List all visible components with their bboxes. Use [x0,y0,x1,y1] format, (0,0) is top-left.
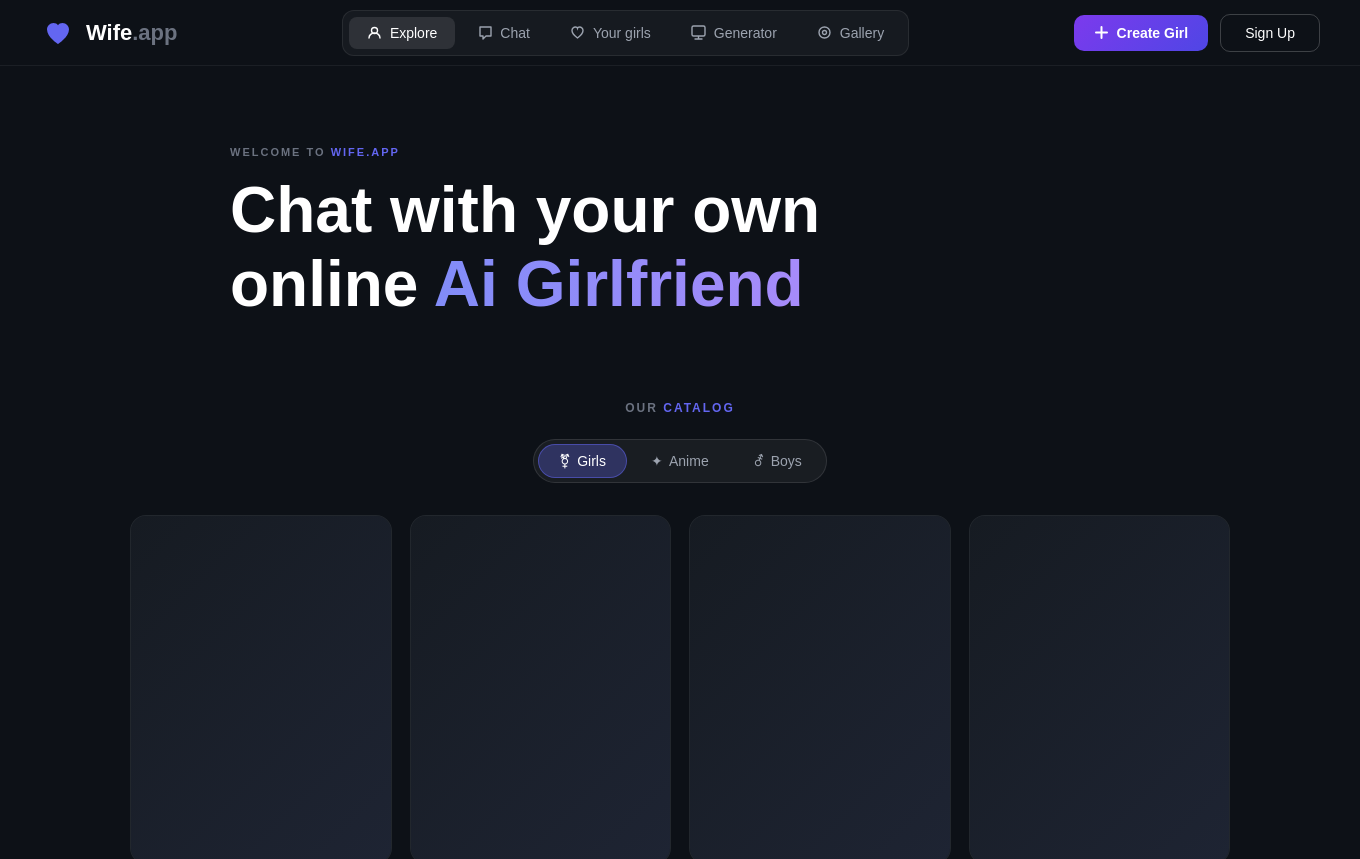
svg-point-2 [819,27,830,38]
boys-icon: ⚦ [753,453,765,469]
filter-tab-girls[interactable]: ⚧ Girls [538,444,627,478]
welcome-label: WELCOME TO WIFE.APP [230,146,1130,158]
catalog-section: OUR CATALOG ⚧ Girls ✦ Anime ⚦ Boys [0,401,1360,859]
generator-icon [691,25,707,41]
nav-right: Create Girl Sign Up [1074,14,1320,52]
anime-icon: ✦ [651,453,663,469]
filter-tab-anime[interactable]: ✦ Anime [631,445,729,477]
navbar: Wife.app Explore Chat [0,0,1360,66]
nav-item-generator[interactable]: Generator [673,17,795,49]
filter-tab-group: ⚧ Girls ✦ Anime ⚦ Boys [533,439,827,483]
character-card[interactable] [130,515,392,859]
logo-text: Wife.app [86,20,177,46]
character-card[interactable] [410,515,672,859]
filter-tab-boys[interactable]: ⚦ Boys [733,445,822,477]
character-cards-grid [130,515,1230,859]
nav-item-your-girls[interactable]: Your girls [552,17,669,49]
character-card[interactable] [969,515,1231,859]
create-girl-button[interactable]: Create Girl [1074,15,1209,51]
svg-point-3 [823,31,827,35]
hero-title: Chat with your own online Ai Girlfriend [230,174,1130,321]
character-card[interactable] [689,515,951,859]
svg-rect-1 [692,26,705,36]
gallery-icon [817,25,833,41]
heart-icon [570,25,586,41]
nav-item-gallery[interactable]: Gallery [799,17,902,49]
nav-item-explore[interactable]: Explore [349,17,455,49]
explore-icon [367,25,383,41]
sign-up-button[interactable]: Sign Up [1220,14,1320,52]
logo[interactable]: Wife.app [40,15,177,51]
filter-tabs: ⚧ Girls ✦ Anime ⚦ Boys [130,439,1230,483]
nav-item-chat[interactable]: Chat [459,17,548,49]
catalog-label: OUR CATALOG [130,401,1230,415]
logo-icon [40,15,76,51]
nav-links: Explore Chat Your girls [342,10,909,56]
chat-icon [477,25,493,41]
girls-icon: ⚧ [559,453,571,469]
hero-section: WELCOME TO WIFE.APP Chat with your own o… [0,66,1360,381]
